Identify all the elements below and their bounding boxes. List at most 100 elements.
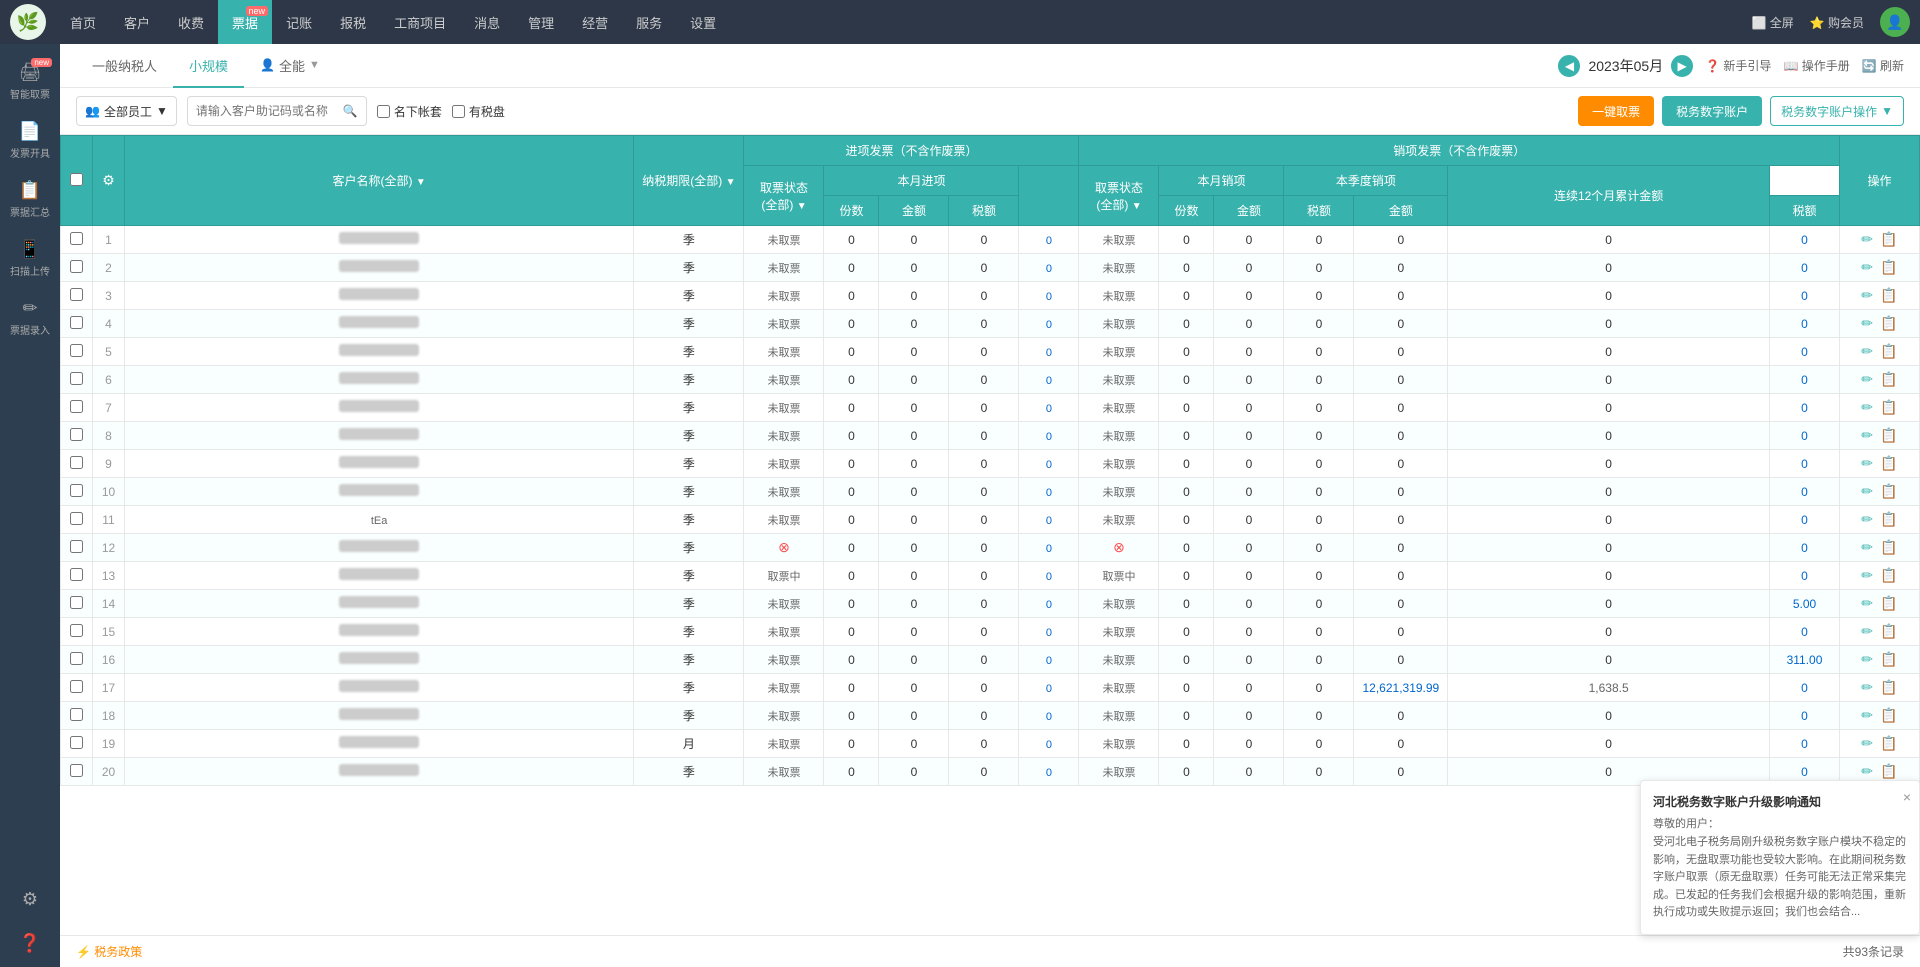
column-settings-icon[interactable]: ⚙	[102, 172, 115, 188]
tax-policy-link[interactable]: ⚡ 税务政策	[76, 943, 142, 960]
row-checkbox-cell[interactable]	[61, 422, 93, 450]
row-edit-icon[interactable]: ✏	[1861, 707, 1873, 723]
row-detail-icon[interactable]: 📋	[1880, 483, 1897, 499]
nav-fee[interactable]: 收费	[164, 0, 218, 44]
nav-manage[interactable]: 管理	[514, 0, 568, 44]
row-checkbox[interactable]	[70, 260, 83, 273]
row-checkbox[interactable]	[70, 372, 83, 385]
sidebar-item-settings[interactable]: ⚙	[0, 879, 60, 923]
nav-business[interactable]: 工商项目	[380, 0, 460, 44]
row-checkbox[interactable]	[70, 736, 83, 749]
row-detail-icon[interactable]: 📋	[1880, 679, 1897, 695]
th-tax-period[interactable]: 纳税期限(全部) ▼	[634, 136, 744, 226]
row-client-name[interactable]	[125, 282, 634, 310]
row-detail-icon[interactable]: 📋	[1880, 511, 1897, 527]
th-in-status[interactable]: 取票状态(全部) ▼	[744, 166, 824, 226]
row-client-name[interactable]	[125, 310, 634, 338]
row-detail-icon[interactable]: 📋	[1880, 623, 1897, 639]
row-checkbox-cell[interactable]	[61, 366, 93, 394]
row-detail-icon[interactable]: 📋	[1880, 707, 1897, 723]
row-client-name[interactable]: tEa	[125, 506, 634, 534]
row-edit-icon[interactable]: ✏	[1861, 343, 1873, 359]
tab-small-scale[interactable]: 小规模	[173, 44, 244, 88]
row-detail-icon[interactable]: 📋	[1880, 315, 1897, 331]
checkbox-taxdisk[interactable]	[452, 105, 465, 118]
row-checkbox-cell[interactable]	[61, 534, 93, 562]
row-edit-icon[interactable]: ✏	[1861, 623, 1873, 639]
row-detail-icon[interactable]: 📋	[1880, 427, 1897, 443]
row-checkbox[interactable]	[70, 680, 83, 693]
row-checkbox-cell[interactable]	[61, 730, 93, 758]
row-client-name[interactable]	[125, 702, 634, 730]
row-detail-icon[interactable]: 📋	[1880, 539, 1897, 555]
row-client-name[interactable]	[125, 562, 634, 590]
month-prev-btn[interactable]: ◀	[1558, 55, 1580, 77]
month-next-btn[interactable]: ▶	[1671, 55, 1693, 77]
checkbox-taxdisk-label[interactable]: 有税盘	[452, 103, 505, 120]
row-checkbox[interactable]	[70, 652, 83, 665]
row-checkbox-cell[interactable]	[61, 506, 93, 534]
row-checkbox[interactable]	[70, 624, 83, 637]
row-detail-icon[interactable]: 📋	[1880, 595, 1897, 611]
tab-general-taxpayer[interactable]: 一般纳税人	[76, 44, 173, 88]
row-edit-icon[interactable]: ✏	[1861, 679, 1873, 695]
row-client-name[interactable]	[125, 478, 634, 506]
row-checkbox[interactable]	[70, 764, 83, 777]
row-checkbox-cell[interactable]	[61, 338, 93, 366]
row-client-name[interactable]	[125, 730, 634, 758]
tab-all-dropdown[interactable]: ▼	[309, 59, 320, 71]
row-edit-icon[interactable]: ✏	[1861, 595, 1873, 611]
row-edit-icon[interactable]: ✏	[1861, 399, 1873, 415]
row-detail-icon[interactable]: 📋	[1880, 567, 1897, 583]
row-checkbox[interactable]	[70, 540, 83, 553]
row-checkbox-cell[interactable]	[61, 618, 93, 646]
row-edit-icon[interactable]: ✏	[1861, 511, 1873, 527]
nav-accounting[interactable]: 记账	[272, 0, 326, 44]
row-client-name[interactable]	[125, 366, 634, 394]
row-edit-icon[interactable]: ✏	[1861, 315, 1873, 331]
row-checkbox-cell[interactable]	[61, 394, 93, 422]
row-checkbox[interactable]	[70, 316, 83, 329]
search-input[interactable]	[196, 104, 339, 118]
row-edit-icon[interactable]: ✏	[1861, 287, 1873, 303]
row-checkbox-cell[interactable]	[61, 478, 93, 506]
row-checkbox-cell[interactable]	[61, 562, 93, 590]
row-checkbox[interactable]	[70, 344, 83, 357]
tab-all[interactable]: 👤 全能 ▼	[244, 44, 336, 88]
row-edit-icon[interactable]: ✏	[1861, 259, 1873, 275]
row-checkbox[interactable]	[70, 400, 83, 413]
nav-message[interactable]: 消息	[460, 0, 514, 44]
user-avatar[interactable]: 👤	[1880, 7, 1910, 37]
row-client-name[interactable]	[125, 534, 634, 562]
tax-digital-account-op-btn[interactable]: 税务数字账户操作 ▼	[1770, 96, 1904, 126]
th-client-name[interactable]: 客户名称(全部) ▼	[125, 136, 634, 226]
nav-tax[interactable]: 报税	[326, 0, 380, 44]
row-client-name[interactable]	[125, 590, 634, 618]
nav-home[interactable]: 首页	[56, 0, 110, 44]
row-client-name[interactable]	[125, 422, 634, 450]
nav-customer[interactable]: 客户	[110, 0, 164, 44]
row-checkbox-cell[interactable]	[61, 590, 93, 618]
row-checkbox-cell[interactable]	[61, 310, 93, 338]
refresh-btn[interactable]: 🔄 刷新	[1862, 57, 1904, 74]
sidebar-item-smart-ticket[interactable]: 🖨 智能取票 new	[0, 52, 60, 111]
row-edit-icon[interactable]: ✏	[1861, 763, 1873, 779]
row-edit-icon[interactable]: ✏	[1861, 371, 1873, 387]
row-detail-icon[interactable]: 📋	[1880, 399, 1897, 415]
row-client-name[interactable]	[125, 338, 634, 366]
row-checkbox[interactable]	[70, 568, 83, 581]
row-checkbox-cell[interactable]	[61, 254, 93, 282]
row-edit-icon[interactable]: ✏	[1861, 455, 1873, 471]
sidebar-item-scan-upload[interactable]: 📱 扫描上传	[0, 229, 60, 288]
row-detail-icon[interactable]: 📋	[1880, 735, 1897, 751]
sidebar-item-ticket-summary[interactable]: 📋 票据汇总	[0, 170, 60, 229]
row-edit-icon[interactable]: ✏	[1861, 651, 1873, 667]
row-detail-icon[interactable]: 📋	[1880, 455, 1897, 471]
row-detail-icon[interactable]: 📋	[1880, 343, 1897, 359]
row-checkbox[interactable]	[70, 288, 83, 301]
row-detail-icon[interactable]: 📋	[1880, 763, 1897, 779]
row-checkbox-cell[interactable]	[61, 282, 93, 310]
sidebar-item-invoice-open[interactable]: 📄 发票开具	[0, 111, 60, 170]
row-checkbox-cell[interactable]	[61, 450, 93, 478]
row-checkbox[interactable]	[70, 428, 83, 441]
